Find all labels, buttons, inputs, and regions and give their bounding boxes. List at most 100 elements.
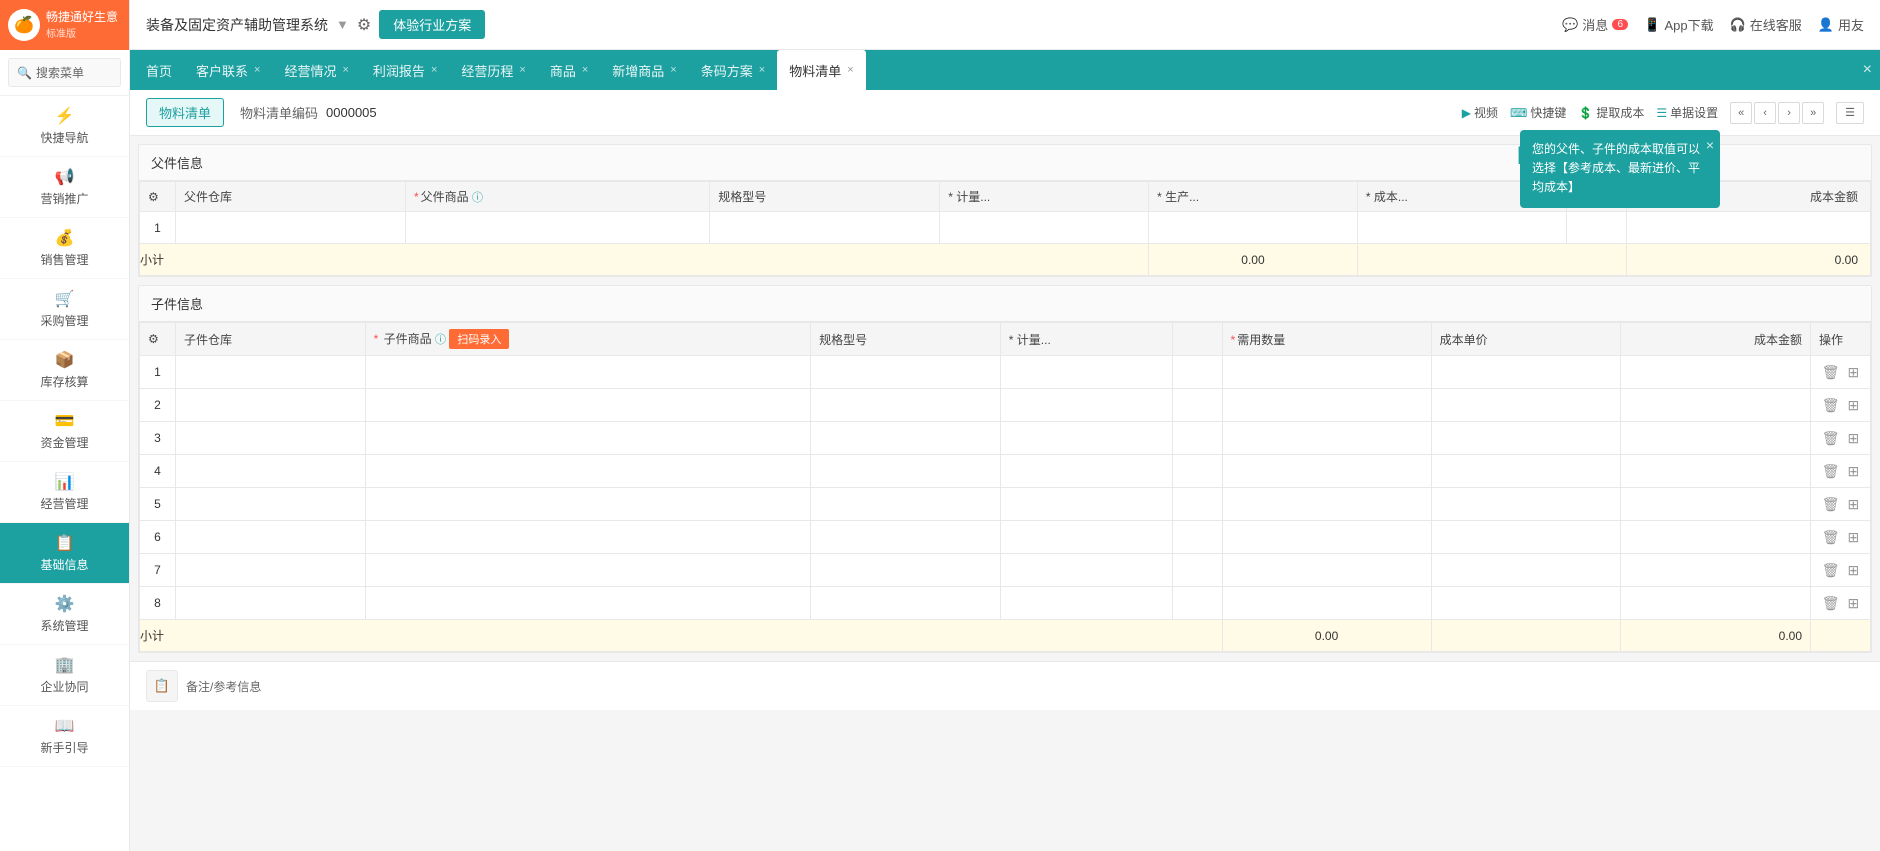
child-cell-warehouse-7[interactable] [176,554,366,587]
child-cell-unit-cost-4[interactable] [1431,455,1621,488]
next-button[interactable]: › [1778,102,1800,124]
child-cell-unit-cost-3[interactable] [1431,422,1621,455]
trial-button[interactable]: 体验行业方案 [379,10,485,39]
child-cell-spec-3[interactable] [811,422,1001,455]
parent-cell-product-1[interactable] [405,212,709,244]
child-cell-product-1[interactable] [365,356,810,389]
tab-home[interactable]: 首页 [134,50,184,90]
close-all-tabs-icon[interactable]: × [1863,61,1872,79]
parent-cell-cost-1[interactable] [1357,212,1566,244]
tab-history-close-icon[interactable]: × [519,64,525,76]
th-child-settings[interactable]: ⚙ [140,323,176,356]
child-cell-unit-cost-1[interactable] [1431,356,1621,389]
child-copy-btn-4[interactable]: ⊞ [1846,461,1862,482]
online-service-button[interactable]: 🎧 在线客服 [1730,15,1802,34]
parent-cell-unit-1[interactable] [940,212,1149,244]
sidebar-item-enterprise[interactable]: 🏢 企业协同 [0,645,129,706]
tab-bom[interactable]: 物料清单 × [777,50,865,90]
child-delete-btn-5[interactable]: 🗑 [1820,494,1842,515]
child-cell-quantity-5[interactable] [1222,488,1431,521]
child-cell-spec-4[interactable] [811,455,1001,488]
child-delete-btn-4[interactable]: 🗑 [1820,461,1842,482]
view-button[interactable]: ▶ 视频 [1462,104,1498,121]
child-copy-btn-6[interactable]: ⊞ [1846,527,1862,548]
tab-bom-close-icon[interactable]: × [847,64,853,76]
tab-customer-close-icon[interactable]: × [254,64,260,76]
user-profile-button[interactable]: 👤 用友 [1818,15,1864,34]
child-delete-btn-8[interactable]: 🗑 [1820,593,1842,614]
child-delete-btn-2[interactable]: 🗑 [1820,395,1842,416]
child-cell-unit-cost-7[interactable] [1431,554,1621,587]
parent-cell-spec-1[interactable] [710,212,940,244]
list-view-button[interactable]: ☰ [1836,102,1864,124]
tab-history[interactable]: 经营历程 × [449,50,537,90]
child-cell-product-8[interactable] [365,587,810,620]
sidebar-item-sales[interactable]: 💰 销售管理 [0,218,129,279]
tab-product-close-icon[interactable]: × [582,64,588,76]
child-cell-warehouse-2[interactable] [176,389,366,422]
child-cell-quantity-7[interactable] [1222,554,1431,587]
child-cell-product-5[interactable] [365,488,810,521]
child-cell-warehouse-6[interactable] [176,521,366,554]
tab-profit-close-icon[interactable]: × [431,64,437,76]
child-cell-product-2[interactable] [365,389,810,422]
sidebar-item-guide[interactable]: 📖 新手引导 [0,706,129,767]
sidebar-item-basic-info[interactable]: 📋 基础信息 [0,523,129,584]
next-last-button[interactable]: » [1802,102,1824,124]
child-cell-unit-2[interactable] [1000,389,1172,422]
child-cell-unit-cost-6[interactable] [1431,521,1621,554]
tooltip-close-button[interactable]: × [1706,134,1714,156]
prev-first-button[interactable]: « [1730,102,1752,124]
tab-new-product-close-icon[interactable]: × [670,64,676,76]
child-cell-product-7[interactable] [365,554,810,587]
search-menu-button[interactable]: 🔍 搜索菜单 [8,58,121,87]
tab-barcode-close-icon[interactable]: × [759,64,765,76]
child-cell-warehouse-1[interactable] [176,356,366,389]
parent-cell-production-1[interactable] [1149,212,1358,244]
tab-new-product[interactable]: 新增商品 × [600,50,688,90]
child-cell-warehouse-3[interactable] [176,422,366,455]
child-cell-warehouse-8[interactable] [176,587,366,620]
parent-cell-warehouse-1[interactable] [176,212,406,244]
child-cell-quantity-2[interactable] [1222,389,1431,422]
child-cell-unit-cost-5[interactable] [1431,488,1621,521]
note-icon[interactable]: 📋 [146,670,178,702]
message-button[interactable]: 💬 消息 6 [1562,15,1628,34]
child-cell-product-6[interactable] [365,521,810,554]
tab-customer[interactable]: 客户联系 × [184,50,272,90]
app-download-button[interactable]: 📱 App下载 [1644,15,1713,34]
th-parent-settings[interactable]: ⚙ [140,182,176,212]
child-cell-quantity-1[interactable] [1222,356,1431,389]
sidebar-item-purchase[interactable]: 🛒 采购管理 [0,279,129,340]
scan-input-button[interactable]: 扫码录入 [449,329,509,349]
child-cell-spec-5[interactable] [811,488,1001,521]
child-cell-unit-cost-8[interactable] [1431,587,1621,620]
child-cell-spec-8[interactable] [811,587,1001,620]
child-delete-btn-6[interactable]: 🗑 [1820,527,1842,548]
child-cell-unit-cost-2[interactable] [1431,389,1621,422]
tab-product[interactable]: 商品 × [538,50,600,90]
child-cell-unit-6[interactable] [1000,521,1172,554]
prev-button[interactable]: ‹ [1754,102,1776,124]
settings-gear-icon[interactable]: ⚙ [357,15,371,35]
child-delete-btn-3[interactable]: 🗑 [1820,428,1842,449]
child-copy-btn-1[interactable]: ⊞ [1846,362,1862,383]
child-cell-unit-1[interactable] [1000,356,1172,389]
child-copy-btn-5[interactable]: ⊞ [1846,494,1862,515]
child-cell-quantity-4[interactable] [1222,455,1431,488]
child-cell-quantity-6[interactable] [1222,521,1431,554]
sidebar-item-inventory[interactable]: 📦 库存核算 [0,340,129,401]
child-cell-unit-3[interactable] [1000,422,1172,455]
tab-business[interactable]: 经营情况 × [272,50,360,90]
child-copy-btn-2[interactable]: ⊞ [1846,395,1862,416]
tab-business-close-icon[interactable]: × [342,64,348,76]
sidebar-item-quick-nav[interactable]: ⚡ 快捷导航 [0,96,129,157]
child-cell-spec-1[interactable] [811,356,1001,389]
child-cell-unit-7[interactable] [1000,554,1172,587]
tab-profit[interactable]: 利润报告 × [361,50,449,90]
child-cell-product-3[interactable] [365,422,810,455]
extract-cost-button[interactable]: 💲 提取成本 [1578,104,1644,121]
sidebar-item-operations[interactable]: 📊 经营管理 [0,462,129,523]
child-delete-btn-7[interactable]: 🗑 [1820,560,1842,581]
page-tab-bom[interactable]: 物料清单 [146,98,224,127]
